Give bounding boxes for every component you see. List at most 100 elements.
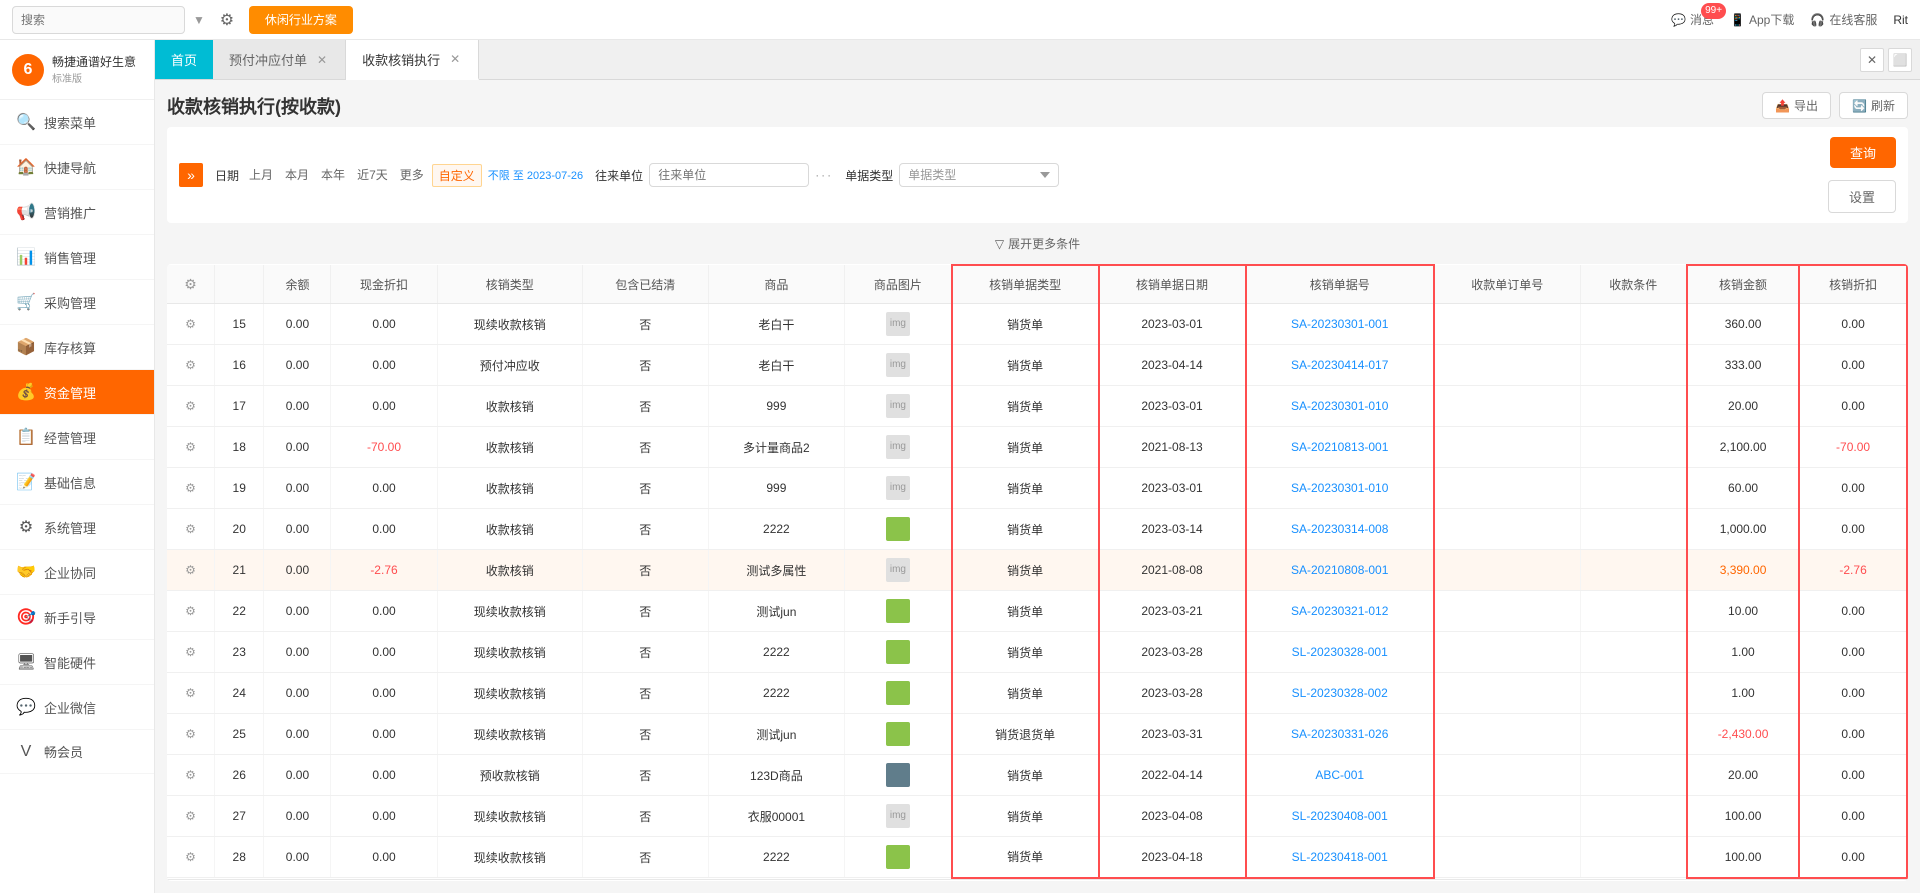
cell-verify-bill-no[interactable]: SA-20230321-012 [1246,591,1434,632]
cell-gear[interactable]: ⚙ [167,632,214,673]
table-row[interactable]: ⚙ 26 0.00 0.00 预收款核销 否 123D商品 销货单 2022-0… [167,755,1907,796]
sidebar-item-5[interactable]: 📦库存核算 [0,325,154,370]
verify-bill-no-link[interactable]: ABC-001 [1315,768,1364,782]
date-7days[interactable]: 近7天 [353,164,392,187]
refresh-button[interactable]: 🔄 刷新 [1839,92,1908,119]
row-gear-icon[interactable]: ⚙ [185,563,196,577]
verify-bill-no-link[interactable]: SA-20230414-017 [1291,358,1388,372]
tab-prepay[interactable]: 预付冲应付单 ✕ [213,40,346,79]
dropdown-arrow-icon[interactable]: ▼ [193,13,205,27]
row-gear-icon[interactable]: ⚙ [185,399,196,413]
cell-gear[interactable]: ⚙ [167,591,214,632]
verify-bill-no-link[interactable]: SL-20230418-001 [1292,850,1388,864]
row-gear-icon[interactable]: ⚙ [185,481,196,495]
cell-gear[interactable]: ⚙ [167,796,214,837]
table-row[interactable]: ⚙ 16 0.00 0.00 预付冲应收 否 老白干 img 销货单 2023-… [167,345,1907,386]
verify-bill-no-link[interactable]: SA-20210813-001 [1291,440,1388,454]
table-row[interactable]: ⚙ 15 0.00 0.00 现续收款核销 否 老白干 img 销货单 2023… [167,304,1907,345]
sidebar-item-0[interactable]: 🔍搜索菜单 [0,100,154,145]
table-row[interactable]: ⚙ 17 0.00 0.00 收款核销 否 999 img 销货单 2023-0… [167,386,1907,427]
cell-verify-bill-no[interactable]: SA-20210813-001 [1246,427,1434,468]
cell-gear[interactable]: ⚙ [167,755,214,796]
industry-solution-button[interactable]: 休闲行业方案 [249,6,353,34]
tab-verify[interactable]: 收款核销执行 ✕ [346,40,479,80]
table-row[interactable]: ⚙ 24 0.00 0.00 现续收款核销 否 2222 销货单 2023-03… [167,673,1907,714]
cell-verify-bill-no[interactable]: ABC-001 [1246,755,1434,796]
date-this-month[interactable]: 本月 [281,164,313,187]
sidebar-item-1[interactable]: 🏠快捷导航 [0,145,154,190]
sidebar-item-13[interactable]: 💬企业微信 [0,685,154,730]
table-row[interactable]: ⚙ 28 0.00 0.00 现续收款核销 否 2222 销货单 2023-04… [167,837,1907,878]
verify-bill-no-link[interactable]: SA-20230321-012 [1291,604,1388,618]
top-search-input[interactable] [12,6,185,34]
expand-more-button[interactable]: ▽ 展开更多条件 [167,231,1908,256]
sidebar-item-11[interactable]: 🎯新手引导 [0,595,154,640]
sidebar-item-12[interactable]: 🖥智能硬件 [0,640,154,685]
date-last-month[interactable]: 上月 [245,164,277,187]
message-icon-item[interactable]: 💬 消息 99+ [1671,11,1714,28]
row-gear-icon[interactable]: ⚙ [185,809,196,823]
verify-bill-no-link[interactable]: SA-20210808-001 [1291,563,1388,577]
row-gear-icon[interactable]: ⚙ [185,686,196,700]
column-settings-icon[interactable]: ⚙ [184,276,197,292]
table-row[interactable]: ⚙ 22 0.00 0.00 现续收款核销 否 测试jun 销货单 2023-0… [167,591,1907,632]
sidebar-item-10[interactable]: 🤝企业协同 [0,550,154,595]
table-row[interactable]: ⚙ 20 0.00 0.00 收款核销 否 2222 销货单 2023-03-1… [167,509,1907,550]
row-gear-icon[interactable]: ⚙ [185,850,196,864]
cell-verify-bill-no[interactable]: SA-20210808-001 [1246,550,1434,591]
cell-gear[interactable]: ⚙ [167,673,214,714]
row-gear-icon[interactable]: ⚙ [185,522,196,536]
sidebar-item-3[interactable]: 📊销售管理 [0,235,154,280]
row-gear-icon[interactable]: ⚙ [185,440,196,454]
table-row[interactable]: ⚙ 23 0.00 0.00 现续收款核销 否 2222 销货单 2023-03… [167,632,1907,673]
unit-dots[interactable]: ··· [815,168,833,182]
sidebar-item-4[interactable]: 🛒采购管理 [0,280,154,325]
single-type-select[interactable]: 单据类型 [899,163,1059,187]
row-gear-icon[interactable]: ⚙ [185,317,196,331]
verify-bill-no-link[interactable]: SL-20230408-001 [1292,809,1388,823]
cell-gear[interactable]: ⚙ [167,468,214,509]
date-more[interactable]: 更多 [396,164,428,187]
cell-gear[interactable]: ⚙ [167,345,214,386]
row-gear-icon[interactable]: ⚙ [185,358,196,372]
cell-gear[interactable]: ⚙ [167,550,214,591]
tab-maximize-icon[interactable]: ⬜ [1888,48,1912,72]
cell-verify-bill-no[interactable]: SL-20230328-002 [1246,673,1434,714]
verify-bill-no-link[interactable]: SA-20230301-010 [1291,481,1388,495]
sidebar-item-9[interactable]: ⚙系统管理 [0,505,154,550]
table-row[interactable]: ⚙ 25 0.00 0.00 现续收款核销 否 测试jun 销货退货单 2023… [167,714,1907,755]
sidebar-item-14[interactable]: V畅会员 [0,730,154,774]
tab-verify-close-icon[interactable]: ✕ [448,50,462,68]
cell-verify-bill-no[interactable]: SA-20230331-026 [1246,714,1434,755]
verify-bill-no-link[interactable]: SL-20230328-001 [1292,645,1388,659]
filter-toggle-button[interactable]: » [179,163,203,187]
query-button[interactable]: 查询 [1830,137,1896,168]
verify-bill-no-link[interactable]: SA-20230331-026 [1291,727,1388,741]
row-gear-icon[interactable]: ⚙ [185,604,196,618]
tab-close-all-icon[interactable]: ✕ [1860,48,1884,72]
sidebar-item-6[interactable]: 💰资金管理 [0,370,154,415]
date-this-year[interactable]: 本年 [317,164,349,187]
sidebar-item-7[interactable]: 📋经营管理 [0,415,154,460]
date-custom[interactable]: 自定义 [432,164,482,187]
export-button[interactable]: 📤 导出 [1762,92,1831,119]
th-gear[interactable]: ⚙ [167,265,214,304]
cell-gear[interactable]: ⚙ [167,714,214,755]
table-row[interactable]: ⚙ 19 0.00 0.00 收款核销 否 999 img 销货单 2023-0… [167,468,1907,509]
cell-verify-bill-no[interactable]: SA-20230301-010 [1246,386,1434,427]
tab-home[interactable]: 首页 [155,40,213,79]
tab-prepay-close-icon[interactable]: ✕ [315,51,329,69]
sidebar-item-2[interactable]: 📢营销推广 [0,190,154,235]
verify-bill-no-link[interactable]: SL-20230328-002 [1292,686,1388,700]
table-row[interactable]: ⚙ 21 0.00 -2.76 收款核销 否 测试多属性 img 销货单 202… [167,550,1907,591]
sidebar-item-8[interactable]: 📝基础信息 [0,460,154,505]
table-row[interactable]: ⚙ 18 0.00 -70.00 收款核销 否 多计量商品2 img 销货单 2… [167,427,1907,468]
cell-verify-bill-no[interactable]: SA-20230314-008 [1246,509,1434,550]
cell-verify-bill-no[interactable]: SL-20230408-001 [1246,796,1434,837]
settings-gear-icon[interactable]: ⚙ [213,6,241,34]
app-download-item[interactable]: 📱 App下载 [1730,11,1794,28]
cell-gear[interactable]: ⚙ [167,427,214,468]
verify-bill-no-link[interactable]: SA-20230301-001 [1291,317,1388,331]
cell-gear[interactable]: ⚙ [167,837,214,878]
cell-gear[interactable]: ⚙ [167,304,214,345]
